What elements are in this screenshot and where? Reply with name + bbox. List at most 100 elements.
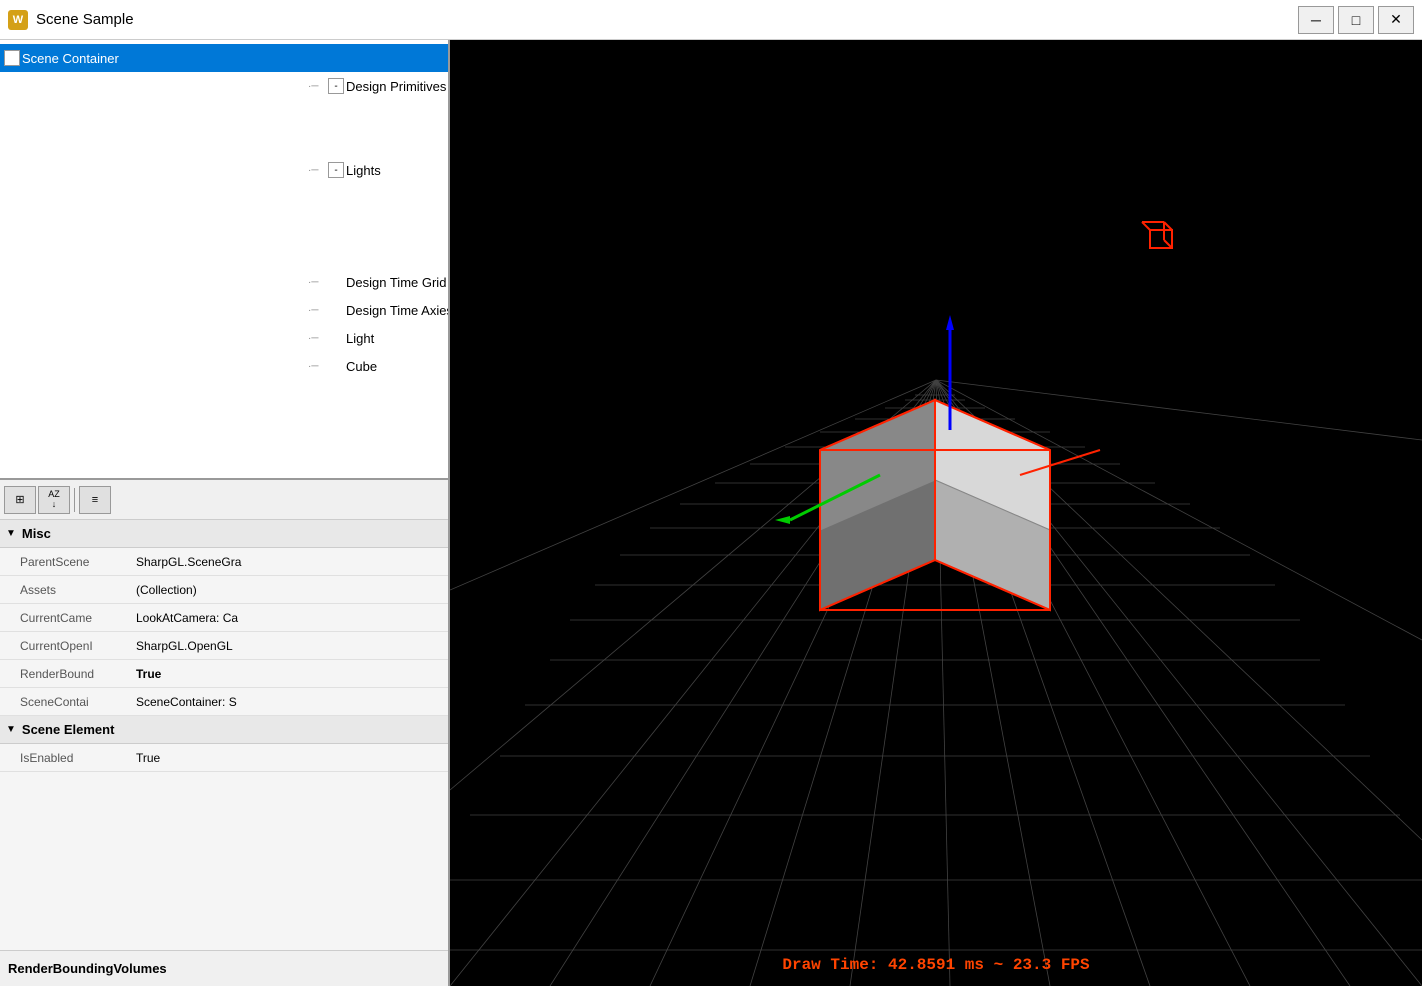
tree-indent <box>20 246 36 262</box>
tree-indent <box>212 302 228 318</box>
tree-expander-leaf <box>328 358 344 374</box>
tree-expander-leaf <box>328 330 344 346</box>
tree-indent <box>100 246 116 262</box>
tree-indent <box>372 246 388 262</box>
tree-indent <box>84 106 100 122</box>
categorized-view-button[interactable]: ⊞ <box>4 486 36 514</box>
property-pages-button[interactable]: ≡ <box>79 486 111 514</box>
tree-expander[interactable]: - <box>328 78 344 94</box>
tree-indent <box>148 358 164 374</box>
tree-expander[interactable]: - <box>328 162 344 178</box>
tree-item-light-2[interactable]: │ ·─Light 2 <box>0 212 448 240</box>
tree-indent <box>84 134 100 150</box>
tree-indent <box>52 218 68 234</box>
tree-branch: ·─ <box>308 361 324 372</box>
tree-indent <box>420 190 436 206</box>
tree-indent <box>436 246 448 262</box>
tree-indent <box>116 218 132 234</box>
tree-item-label: Design Time Axies <box>346 303 448 318</box>
tree-indent <box>52 134 68 150</box>
status-label: RenderBoundingVolumes <box>8 961 167 976</box>
prop-row-scenecontai[interactable]: SceneContai SceneContainer: S <box>0 688 448 716</box>
tree-indent <box>196 358 212 374</box>
tree-item-design-time-axies-2[interactable]: ·─Design Time Axies <box>0 296 448 324</box>
tree-indent <box>132 106 148 122</box>
section-arrow: ▼ <box>6 724 16 735</box>
tree-indent <box>196 78 212 94</box>
tree-indent <box>292 274 308 290</box>
tree-item-design-time-grid-2[interactable]: ·─Design Time Grid <box>0 268 448 296</box>
tree-indent <box>36 190 52 206</box>
maximize-button[interactable]: □ <box>1338 6 1374 34</box>
tree-indent <box>244 330 260 346</box>
tree-indent <box>20 162 36 178</box>
tree-indent <box>228 246 244 262</box>
tree-indent <box>260 162 276 178</box>
tree-item-design-primitives[interactable]: ·─-Design Primitives <box>0 72 448 100</box>
property-panel[interactable]: ▼Misc ParentScene SharpGL.SceneGra Asset… <box>0 520 448 950</box>
prop-name: RenderBound <box>0 667 130 681</box>
tree-expander[interactable]: - <box>4 50 20 66</box>
tree-indent <box>244 190 260 206</box>
tree-indent <box>436 106 448 122</box>
tree-item-light-3[interactable]: │ ·─Light 3 <box>0 240 448 268</box>
tree-indent <box>164 358 180 374</box>
tree-indent <box>132 218 148 234</box>
tree-indent <box>116 246 132 262</box>
prop-section-scene-element[interactable]: ▼Scene Element <box>0 716 448 744</box>
tree-indent <box>276 162 292 178</box>
tree-indent <box>276 78 292 94</box>
tree-connector: ·─ <box>308 333 328 344</box>
tree-indent <box>116 302 132 318</box>
minimize-button[interactable]: ─ <box>1298 6 1334 34</box>
prop-section-misc[interactable]: ▼Misc <box>0 520 448 548</box>
prop-row-renderbound[interactable]: RenderBound True <box>0 660 448 688</box>
tree-indent <box>276 106 292 122</box>
tree-indent <box>324 106 340 122</box>
tree-indent <box>292 246 308 262</box>
tree-indent <box>68 246 84 262</box>
tree-item-scene-container[interactable]: -Scene Container <box>0 44 448 72</box>
scene-tree[interactable]: -Scene Container ·─-Design Primitives │ … <box>0 40 448 480</box>
prop-row-assets[interactable]: Assets (Collection) <box>0 576 448 604</box>
tree-indent <box>164 134 180 150</box>
tree-indent <box>420 106 436 122</box>
title-bar-buttons: ─ □ ✕ <box>1298 6 1414 34</box>
tree-indent <box>132 162 148 178</box>
tree-indent <box>4 162 20 178</box>
tree-indent <box>52 246 68 262</box>
tree-item-cube[interactable]: ·─Cube <box>0 352 448 380</box>
tree-indent <box>20 190 36 206</box>
tree-indent <box>52 274 68 290</box>
prop-row-currentcame[interactable]: CurrentCame LookAtCamera: Ca <box>0 604 448 632</box>
tree-indent <box>228 274 244 290</box>
prop-row-isenabled[interactable]: IsEnabled True <box>0 744 448 772</box>
tree-indent <box>132 274 148 290</box>
tree-indent <box>180 162 196 178</box>
tree-indent <box>100 218 116 234</box>
tree-indent <box>4 218 20 234</box>
tree-indent <box>196 218 212 234</box>
prop-row-parentscene[interactable]: ParentScene SharpGL.SceneGra <box>0 548 448 576</box>
tree-indent <box>68 274 84 290</box>
tree-indent <box>340 190 356 206</box>
tree-indent <box>212 246 228 262</box>
close-button[interactable]: ✕ <box>1378 6 1414 34</box>
tree-indent <box>4 190 20 206</box>
tree-branch: ·─ <box>308 81 324 92</box>
tree-indent <box>228 78 244 94</box>
prop-row-currentopeni[interactable]: CurrentOpenI SharpGL.OpenGL <box>0 632 448 660</box>
tree-indent <box>180 302 196 318</box>
prop-value: SharpGL.SceneGra <box>130 555 448 569</box>
tree-item-light-1[interactable]: │ ·─Light 1 <box>0 184 448 212</box>
tree-item-lights[interactable]: ·─-Lights <box>0 156 448 184</box>
alphabetical-view-button[interactable]: AZ↓ <box>38 486 70 514</box>
tree-indent <box>100 330 116 346</box>
tree-indent <box>36 302 52 318</box>
tree-item-light[interactable]: ·─Light <box>0 324 448 352</box>
tree-item-design-time-grid-1[interactable]: │ ·─Design Time Grid <box>0 100 448 128</box>
tree-indent <box>68 162 84 178</box>
tree-indent <box>164 246 180 262</box>
tree-item-design-time-axies-1[interactable]: │ ·─Design Time Axies <box>0 128 448 156</box>
tree-indent <box>260 358 276 374</box>
